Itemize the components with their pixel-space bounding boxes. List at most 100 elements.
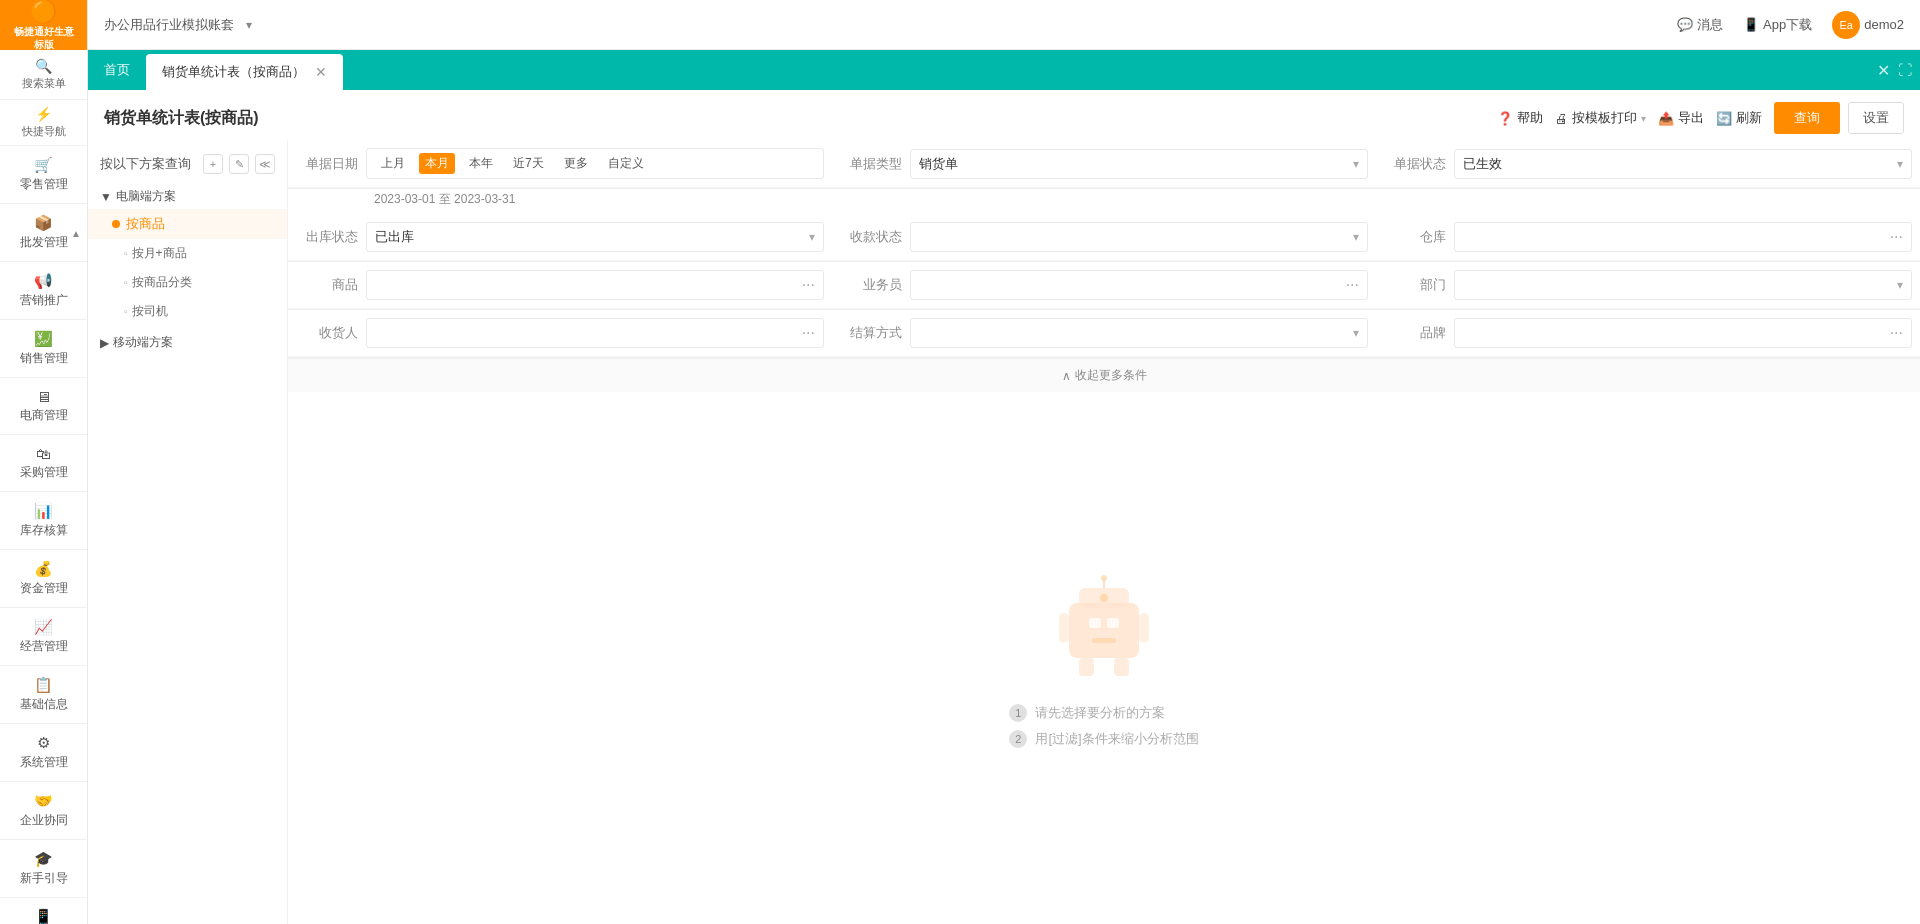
- sidebar-quick-nav[interactable]: ⚡ 快捷导航: [0, 100, 87, 146]
- basic-label: 基础信息: [0, 696, 87, 713]
- user-profile[interactable]: Ea demo2: [1832, 11, 1904, 39]
- scheme-group-desktop-header[interactable]: ▼ 电脑端方案: [88, 184, 287, 209]
- dept-label: 部门: [1384, 276, 1454, 294]
- salesperson-filter-input[interactable]: ···: [910, 270, 1368, 300]
- product-filter-input[interactable]: ···: [366, 270, 824, 300]
- date-btn-7days[interactable]: 近7天: [507, 153, 550, 174]
- window-maximize-icon[interactable]: ⛶: [1898, 62, 1912, 78]
- scheme-group-mobile-header[interactable]: ▶ 移动端方案: [88, 330, 287, 355]
- empty-tip-2: 2 用[过滤]条件来缩小分析范围: [1009, 730, 1198, 748]
- sidebar-item-ecommerce[interactable]: 🖥 电商管理: [0, 378, 87, 435]
- scheme-group-mobile: ▶ 移动端方案: [88, 330, 287, 355]
- help-label: 帮助: [1517, 109, 1543, 127]
- tab-close-icon[interactable]: ✕: [315, 64, 327, 80]
- scheme-item-by-sku-label: 按司机: [132, 303, 168, 320]
- scheme-active-dot: [112, 220, 120, 228]
- page-header: 销货单统计表(按商品) ❓ 帮助 🖨 按模板打印 ▾ 📤 导出 🔄 刷新: [88, 90, 1920, 140]
- breadcrumb-dropdown-icon[interactable]: ▾: [246, 18, 252, 32]
- date-btn-more[interactable]: 更多: [558, 153, 594, 174]
- sidebar-item-operations[interactable]: 📈 经营管理: [0, 608, 87, 666]
- avatar: Ea: [1832, 11, 1860, 39]
- filter-status-cell: 单据状态 已生效 ▾: [1376, 140, 1920, 188]
- window-close-icon[interactable]: ✕: [1877, 61, 1890, 80]
- export-button[interactable]: 📤 导出: [1658, 109, 1704, 127]
- tip-text-2: 用[过滤]条件来缩小分析范围: [1035, 730, 1198, 748]
- sidebar-item-tutorial[interactable]: 🎓 新手引导: [0, 840, 87, 898]
- sidebar-item-inventory[interactable]: 📊 库存核算: [0, 492, 87, 550]
- export-label: 导出: [1678, 109, 1704, 127]
- salesperson-label: 业务员: [840, 276, 910, 294]
- sidebar-item-system[interactable]: ⚙ 系统管理: [0, 724, 87, 782]
- date-filter-input[interactable]: 上月 本月 本年 近7天 更多 自定义: [366, 148, 824, 179]
- empty-robot-illustration: [1044, 568, 1164, 688]
- scheme-item-by-sku[interactable]: ▫ 按司机: [88, 297, 287, 326]
- sales-icon: 💹: [0, 330, 87, 348]
- query-button[interactable]: 查询: [1774, 102, 1840, 134]
- username: demo2: [1864, 17, 1904, 32]
- status-label: 单据状态: [1384, 155, 1454, 173]
- warehouse-filter-input[interactable]: ···: [1454, 222, 1912, 252]
- download-icon: 📱: [1743, 17, 1759, 32]
- help-button[interactable]: ❓ 帮助: [1497, 109, 1543, 127]
- settings-button[interactable]: 设置: [1848, 102, 1904, 134]
- collapse-bar[interactable]: ∧ 收起更多条件: [288, 358, 1920, 392]
- stockout-dropdown-icon: ▾: [809, 230, 815, 244]
- scheme-item-by-product[interactable]: 按商品: [88, 209, 287, 239]
- print-button[interactable]: 🖨 按模板打印 ▾: [1555, 109, 1646, 127]
- header-left: 办公用品行业模拟账套 ▾: [104, 16, 252, 34]
- warehouse-more-icon: ···: [1890, 228, 1903, 246]
- receipt-label: 收款状态: [840, 228, 910, 246]
- refresh-button[interactable]: 🔄 刷新: [1716, 109, 1762, 127]
- payment-filter-input[interactable]: ▾: [910, 318, 1368, 348]
- sidebar-item-marketing[interactable]: 📢 营销推广: [0, 262, 87, 320]
- payment-label: 结算方式: [840, 324, 910, 342]
- empty-tips: 1 请先选择要分析的方案 2 用[过滤]条件来缩小分析范围: [1009, 704, 1198, 748]
- sidebar-item-apps[interactable]: 📱 应用中心: [0, 898, 87, 924]
- status-filter-input[interactable]: 已生效 ▾: [1454, 149, 1912, 179]
- app-download-button[interactable]: 📱 App下载: [1743, 16, 1812, 34]
- print-dropdown-icon: ▾: [1641, 113, 1646, 124]
- sidebar-item-enterprise[interactable]: 🤝 企业协同: [0, 782, 87, 840]
- operations-icon: 📈: [0, 618, 87, 636]
- stockout-filter-input[interactable]: 已出库 ▾: [366, 222, 824, 252]
- date-btn-this-month[interactable]: 本月: [419, 153, 455, 174]
- filter-product-cell: 商品 ···: [288, 262, 832, 309]
- sidebar-item-purchase[interactable]: 🛍 采购管理: [0, 435, 87, 492]
- scheme-item-by-category[interactable]: ▫ 按商品分类: [88, 268, 287, 297]
- sidebar-item-wholesale[interactable]: 📦 批发管理 ▲: [0, 204, 87, 262]
- filter-brand-cell: 品牌 ···: [1376, 310, 1920, 357]
- date-btn-last-month[interactable]: 上月: [375, 153, 411, 174]
- collapse-scheme-button[interactable]: ≪: [255, 154, 275, 174]
- avatar-text: Ea: [1840, 19, 1853, 31]
- receipt-filter-input[interactable]: ▾: [910, 222, 1368, 252]
- retail-icon: 🛒: [0, 156, 87, 174]
- message-label: 消息: [1697, 16, 1723, 34]
- edit-scheme-button[interactable]: ✎: [229, 154, 249, 174]
- enterprise-label: 企业协同: [0, 812, 87, 829]
- sidebar-item-finance[interactable]: 💰 资金管理: [0, 550, 87, 608]
- tab-home[interactable]: 首页: [88, 50, 146, 90]
- date-btn-custom[interactable]: 自定义: [602, 153, 650, 174]
- expand-icon: ▲: [71, 227, 81, 238]
- sidebar-item-sales[interactable]: 💹 销售管理: [0, 320, 87, 378]
- sidebar-item-retail[interactable]: 🛒 零售管理: [0, 146, 87, 204]
- tab-sales-stats[interactable]: 销货单统计表（按商品） ✕: [146, 54, 343, 90]
- sidebar-search[interactable]: 🔍 搜索菜单: [0, 50, 87, 100]
- add-scheme-button[interactable]: +: [203, 154, 223, 174]
- data-area: 1 请先选择要分析的方案 2 用[过滤]条件来缩小分析范围: [288, 392, 1920, 924]
- receiver-filter-input[interactable]: ···: [366, 318, 824, 348]
- scheme-item-by-month-product[interactable]: ▫ 按月+商品: [88, 239, 287, 268]
- dept-filter-input[interactable]: ▾: [1454, 270, 1912, 300]
- scheme-item-by-product-label: 按商品: [126, 215, 165, 233]
- refresh-label: 刷新: [1736, 109, 1762, 127]
- brand-filter-input[interactable]: ···: [1454, 318, 1912, 348]
- right-panel: 单据日期 上月 本月 本年 近7天 更多 自定义: [288, 140, 1920, 924]
- sidebar-item-basic[interactable]: 📋 基础信息: [0, 666, 87, 724]
- tutorial-icon: 🎓: [0, 850, 87, 868]
- message-button[interactable]: 💬 消息: [1677, 16, 1723, 34]
- app-logo[interactable]: 🟠 畅捷通好生意标版: [0, 0, 87, 50]
- purchase-label: 采购管理: [0, 464, 87, 481]
- filter-row-4: 收货人 ··· 结算方式 ▾: [288, 310, 1920, 358]
- date-btn-this-year[interactable]: 本年: [463, 153, 499, 174]
- type-filter-input[interactable]: 销货单 ▾: [910, 149, 1368, 179]
